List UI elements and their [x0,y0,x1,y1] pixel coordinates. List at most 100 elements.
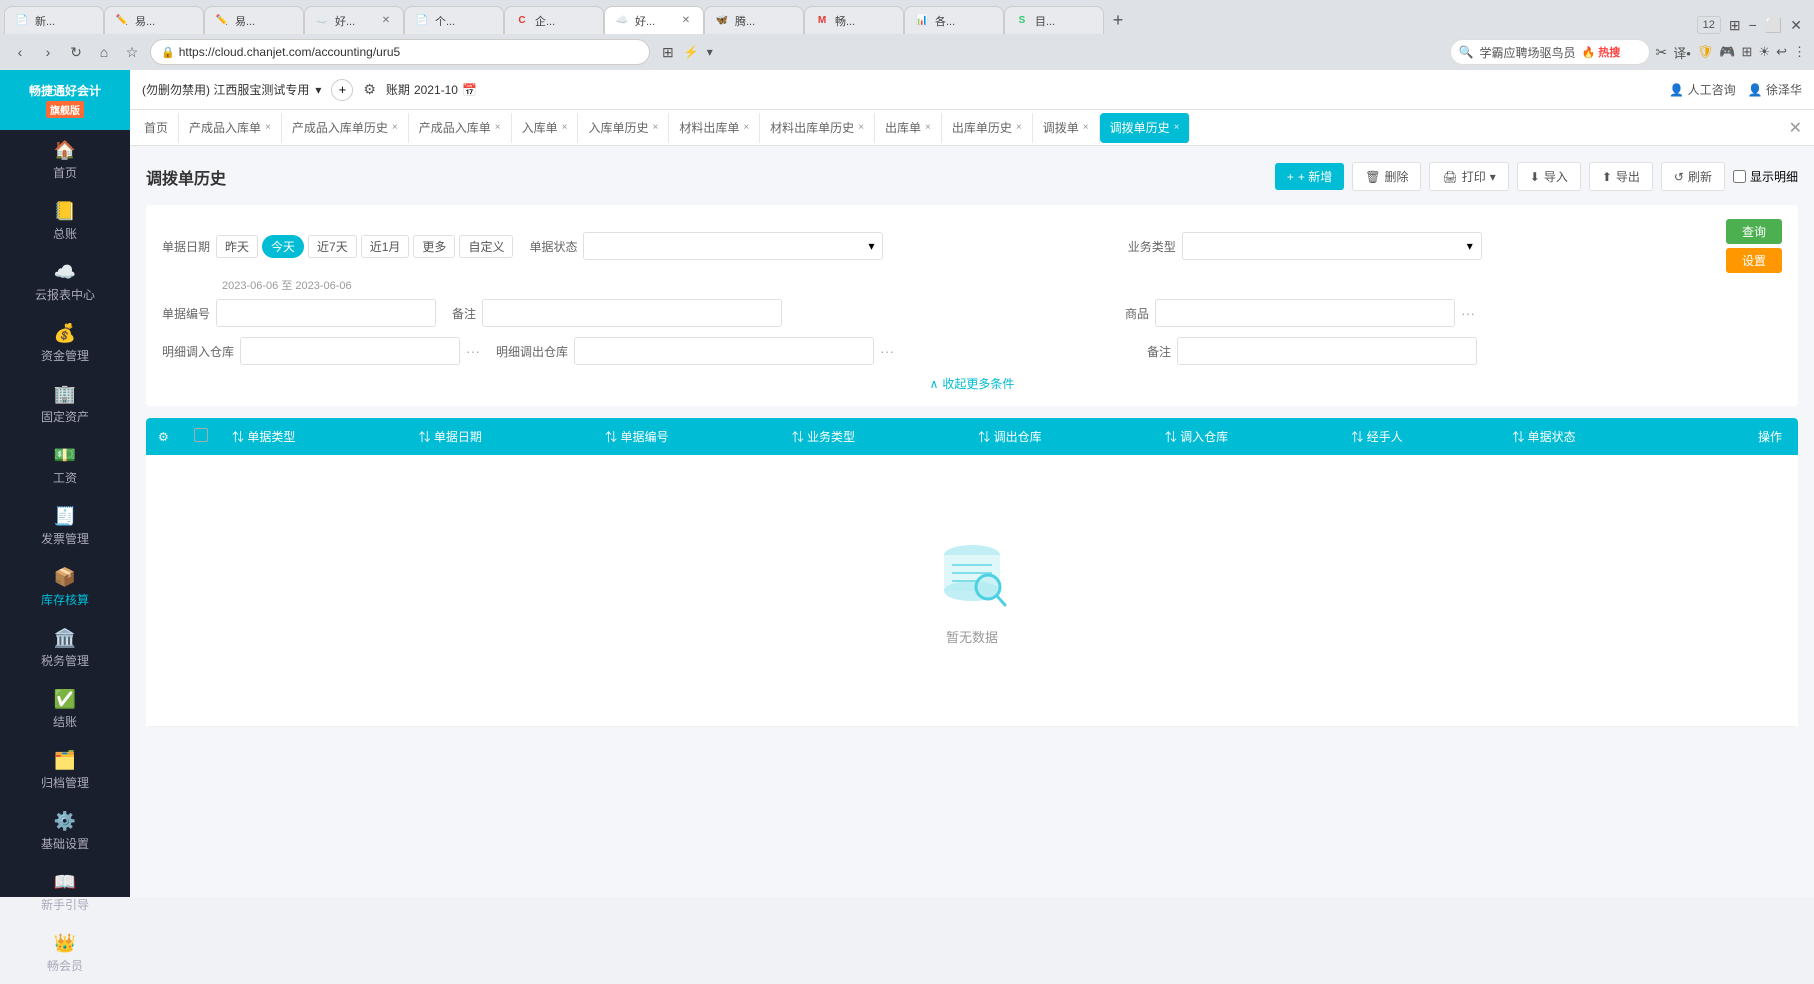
biz-type-select[interactable]: ▾ [1182,232,1482,260]
forward-button[interactable]: › [36,40,60,64]
new-button[interactable]: + + 新增 [1275,163,1344,190]
date-btn-more[interactable]: 更多 [413,235,455,258]
print-button[interactable]: 🖨 打印 ▾ [1429,162,1508,191]
app-tab-material-out-hist-close[interactable]: × [858,122,864,133]
sidebar-item-tax[interactable]: 🏛️ 税务管理 [0,618,130,679]
filter-settings-button[interactable]: 设置 [1726,248,1782,273]
detail-out-input[interactable] [574,337,874,365]
browser-tab-4-close[interactable]: ✕ [379,14,393,28]
browser-tab-5[interactable]: 📄 个... [404,6,504,34]
chevron-down-icon[interactable]: ▾ [707,45,713,59]
lightning-icon[interactable]: ⚡ [684,45,699,59]
table-settings-icon[interactable]: ⚙ [158,430,169,444]
menu-icon[interactable]: ⋮ [1793,44,1806,60]
sidebar-item-close[interactable]: ✅ 结账 [0,679,130,740]
app-tab-material-out-hist[interactable]: 材料出库单历史 × [760,113,875,143]
app-tab-transfer[interactable]: 调拨单 × [1033,113,1100,143]
col-biz-type-header[interactable]: ⇅ 业务类型 [780,418,967,455]
col-handler-header[interactable]: ⇅ 经手人 [1339,418,1500,455]
date-btn-today[interactable]: 今天 [262,235,304,258]
app-tab-home[interactable]: 首页 [134,113,179,143]
sidebar-item-ledger[interactable]: 📒 总账 [0,191,130,252]
app-tab-out-order[interactable]: 出库单 × [875,113,942,143]
browser-tab-11[interactable]: S 目... [1004,6,1104,34]
goods-dots-button[interactable]: ··· [1461,305,1475,321]
sidebar-item-funds[interactable]: 💰 资金管理 [0,313,130,374]
detail-in-input[interactable] [240,337,460,365]
address-bar[interactable]: 🔒 https://cloud.chanjet.com/accounting/u… [150,39,650,65]
remark-input[interactable] [482,299,782,327]
new-browser-tab-button[interactable]: + [1104,6,1132,34]
browser-tab-7[interactable]: ☁️ 好... ✕ [604,6,704,34]
app-tab-purchase-in2[interactable]: 产成品入库单 × [409,113,512,143]
sidebar-item-invoices[interactable]: 🧾 发票管理 [0,496,130,557]
doc-no-input[interactable] [216,299,436,327]
app-tab-purchase-in-close[interactable]: × [265,122,271,133]
period-selector[interactable]: 账期 2021-10 📅 [386,81,477,98]
show-detail-checkbox[interactable] [1733,170,1746,183]
browser-tab-10[interactable]: 📊 各... [904,6,1004,34]
export-button[interactable]: ⬆ 导出 [1589,162,1653,191]
scissors-icon[interactable]: ✂ [1656,44,1668,61]
close-window-icon[interactable]: ✕ [1790,17,1802,34]
browser-tab-7-close[interactable]: ✕ [679,14,693,28]
app-tab-material-out[interactable]: 材料出库单 × [669,113,760,143]
app-tab-transfer-hist-close[interactable]: × [1174,122,1180,133]
collapse-button[interactable]: ∧ 收起更多条件 [162,375,1782,392]
col-out-warehouse-header[interactable]: ⇅ 调出仓库 [966,418,1153,455]
service-button[interactable]: 👤 人工咨询 [1669,81,1735,98]
col-doc-type-header[interactable]: ⇅ 单据类型 [220,418,407,455]
undo-icon[interactable]: ↩ [1776,44,1787,60]
add-company-button[interactable]: + [331,79,353,101]
refresh-button[interactable]: ↻ [64,40,88,64]
search-bar[interactable]: 🔍 学霸应聘场驱鸟员 🔥 热搜 [1450,39,1650,65]
sidebar-item-wages[interactable]: 💵 工资 [0,435,130,496]
col-doc-no-header[interactable]: ⇅ 单据编号 [593,418,780,455]
delete-button[interactable]: 🗑 删除 [1352,162,1421,191]
goods-input[interactable] [1155,299,1455,327]
restore-icon[interactable]: ⬜ [1765,17,1782,34]
date-btn-custom[interactable]: 自定义 [459,235,513,258]
tab-manager-icon[interactable]: ⊞ [1729,17,1741,34]
app-tab-transfer-hist[interactable]: 调拨单历史 × [1100,113,1191,143]
import-button[interactable]: ⬇ 导入 [1517,162,1581,191]
settings-gear-icon[interactable]: ⚙ [363,81,376,98]
status-select[interactable]: ▾ [583,232,883,260]
app-tab-out-hist[interactable]: 出库单历史 × [942,113,1033,143]
browser-tab-9[interactable]: M 畅... [804,6,904,34]
detail-in-dots-button[interactable]: ··· [466,343,480,359]
browser-tab-1[interactable]: 📄 新... [4,6,104,34]
sidebar-item-settings[interactable]: ⚙️ 基础设置 [0,801,130,862]
company-selector[interactable]: (勿删勿禁用) 江西服宝测试专用 ▾ [142,81,321,98]
translate-icon[interactable]: 译• [1673,43,1691,62]
sidebar-item-archive[interactable]: 🗂️ 归档管理 [0,740,130,801]
brightness-icon[interactable]: ☀ [1758,44,1770,60]
app-tab-material-out-close[interactable]: × [743,122,749,133]
app-tab-out-order-close[interactable]: × [925,122,931,133]
select-all-checkbox[interactable] [194,428,208,442]
shield-icon[interactable]: 🛡 [1697,44,1714,60]
browser-tab-3[interactable]: ✏️ 易... [204,6,304,34]
back-button[interactable]: ‹ [8,40,32,64]
sidebar-item-inventory[interactable]: 📦 库存核算 [0,557,130,618]
app-tab-in-order[interactable]: 入库单 × [512,113,579,143]
date-btn-1month[interactable]: 近1月 [361,235,410,258]
app-tab-in-hist[interactable]: 入库单历史 × [578,113,669,143]
extensions-icon[interactable]: ⊞ [662,44,674,61]
app-tab-purchase-in-hist[interactable]: 产成品入库单历史 × [282,113,409,143]
app-tab-out-hist-close[interactable]: × [1016,122,1022,133]
date-btn-7days[interactable]: 近7天 [308,235,357,258]
app-tab-in-order-close[interactable]: × [562,122,568,133]
sidebar-item-member[interactable]: 👑 畅会员 [0,923,130,984]
sidebar-item-guide[interactable]: 📖 新手引导 [0,862,130,923]
bookmark-button[interactable]: ☆ [120,40,144,64]
user-profile[interactable]: 👤 徐泽华 [1748,81,1802,98]
show-detail-checkbox-label[interactable]: 显示明细 [1733,168,1798,185]
gamepad-icon[interactable]: 🎮 [1719,44,1735,60]
grid-icon[interactable]: ⊞ [1742,44,1753,60]
minimize-icon[interactable]: − [1749,17,1757,33]
remark2-input[interactable] [1177,337,1477,365]
col-doc-date-header[interactable]: ⇅ 单据日期 [407,418,594,455]
browser-tab-4[interactable]: ☁️ 好... ✕ [304,6,404,34]
col-status-header[interactable]: ⇅ 单据状态 [1500,418,1687,455]
